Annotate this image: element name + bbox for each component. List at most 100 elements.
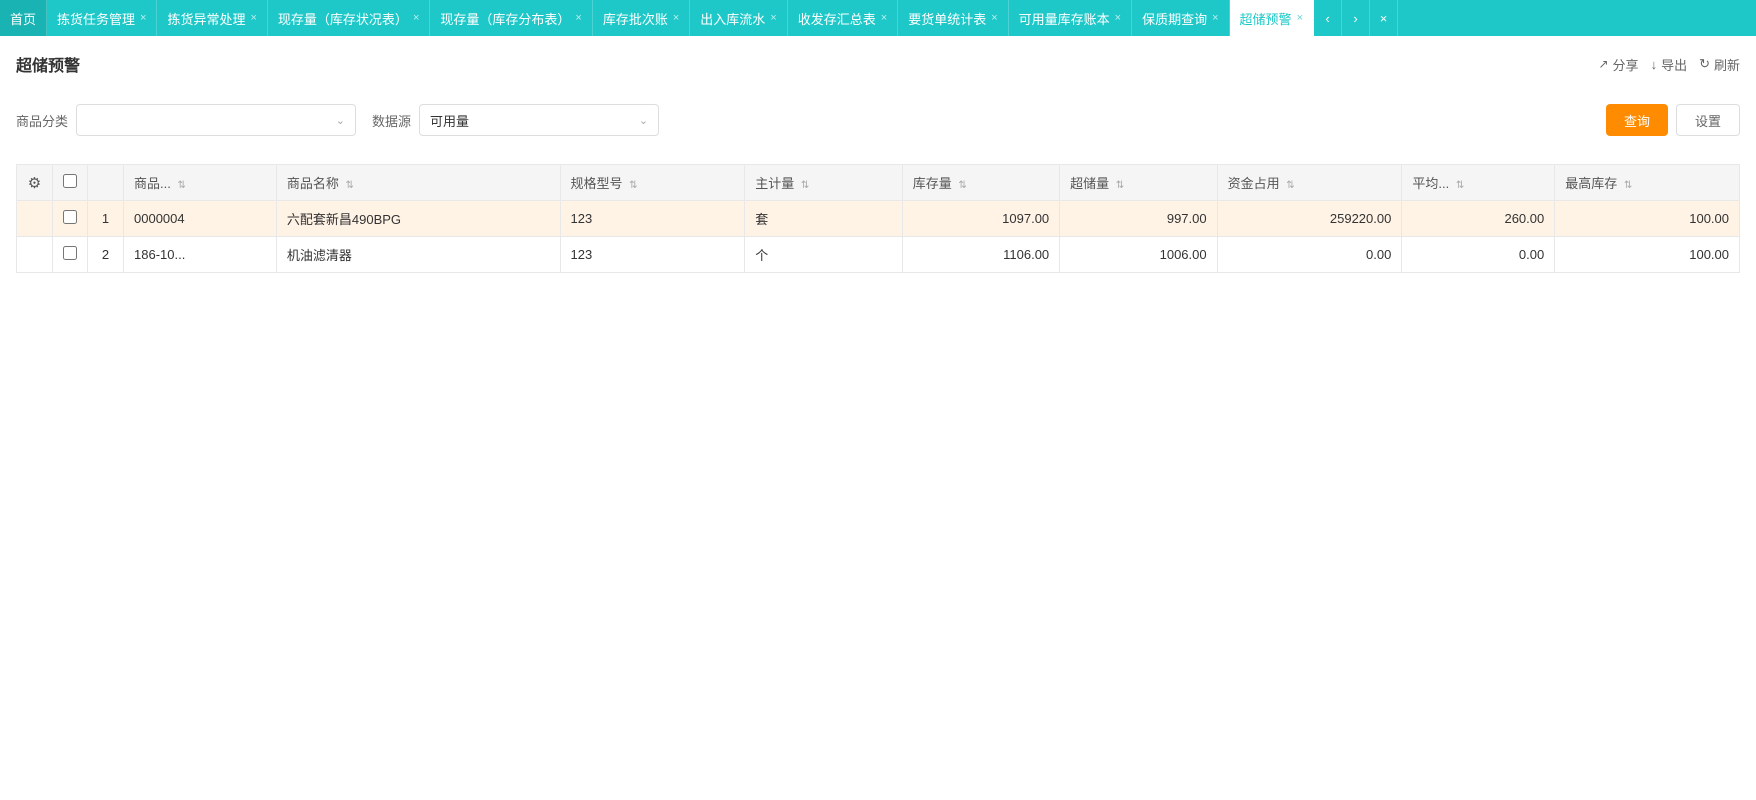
row-checkbox[interactable]	[63, 246, 77, 260]
close-icon[interactable]: ×	[140, 12, 146, 24]
nav-abnormal[interactable]: 拣货异常处理 ×	[157, 0, 267, 36]
gear-icon[interactable]: ⚙	[28, 175, 41, 192]
row-spec: 123	[560, 201, 745, 237]
close-icon[interactable]: ×	[991, 12, 997, 24]
main-content: 超储预警 ↗ 分享 ↓ 导出 ↻ 刷新 商品分类 ⌄ 数据源	[0, 36, 1756, 800]
sort-icon[interactable]: ⇅	[1286, 180, 1294, 191]
row-capital: 259220.00	[1217, 201, 1402, 237]
query-button[interactable]: 查询	[1606, 104, 1668, 136]
row-product-name: 六配套新昌490BPG	[276, 201, 560, 237]
nav-right-arrow[interactable]: ›	[1342, 0, 1370, 36]
row-index: 1	[88, 201, 124, 237]
export-button[interactable]: ↓ 导出	[1651, 55, 1688, 74]
row-stock: 1097.00	[902, 201, 1059, 237]
row-product-code: 186-10...	[124, 237, 277, 273]
sort-icon[interactable]: ⇅	[629, 180, 637, 191]
row-overstock: 1006.00	[1060, 237, 1217, 273]
column-avg[interactable]: 平均... ⇅	[1402, 165, 1555, 201]
row-gear-cell	[17, 201, 53, 237]
table-row: 2 186-10... 机油滤清器 123 个 1106.00 1006.00 …	[17, 237, 1740, 273]
sort-icon[interactable]: ⇅	[177, 180, 185, 191]
row-checkbox-cell[interactable]	[53, 201, 88, 237]
filter-area: 商品分类 ⌄ 数据源 可用量 ⌄ 查询 设置	[16, 92, 1740, 148]
column-spec[interactable]: 规格型号 ⇅	[560, 165, 745, 201]
category-filter-group: 商品分类 ⌄	[16, 104, 356, 136]
close-icon[interactable]: ×	[575, 12, 581, 24]
column-stock[interactable]: 库存量 ⇅	[902, 165, 1059, 201]
table-row: 1 0000004 六配套新昌490BPG 123 套 1097.00 997.…	[17, 201, 1740, 237]
sort-icon[interactable]: ⇅	[1456, 180, 1464, 191]
column-index	[88, 165, 124, 201]
table-header-row: ⚙ 商品... ⇅ 商品名称 ⇅ 规格型号 ⇅	[17, 165, 1740, 201]
settings-button[interactable]: 设置	[1676, 104, 1740, 136]
page-title: 超储预警	[16, 52, 80, 76]
chevron-down-icon: ⌄	[336, 114, 345, 127]
close-icon[interactable]: ×	[413, 12, 419, 24]
row-checkbox-cell[interactable]	[53, 237, 88, 273]
nav-home[interactable]: 首页	[0, 0, 47, 36]
close-icon[interactable]: ×	[1115, 12, 1121, 24]
row-max-stock: 100.00	[1555, 237, 1740, 273]
close-icon[interactable]: ×	[1212, 12, 1218, 24]
column-capital[interactable]: 资金占用 ⇅	[1217, 165, 1402, 201]
nav-stock-dist[interactable]: 现存量（库存分布表） ×	[430, 0, 592, 36]
close-icon[interactable]: ×	[1297, 12, 1303, 24]
nav-stock-status[interactable]: 现存量（库存状况表） ×	[268, 0, 430, 36]
nav-order-stats[interactable]: 要货单统计表 ×	[898, 0, 1008, 36]
close-icon[interactable]: ×	[250, 12, 256, 24]
row-gear-cell	[17, 237, 53, 273]
nav-overstock-warning[interactable]: 超储预警 ×	[1230, 0, 1314, 36]
nav-quality-period[interactable]: 保质期查询 ×	[1132, 0, 1229, 36]
filter-actions: 查询 设置	[1606, 104, 1740, 136]
sort-icon[interactable]: ⇅	[801, 180, 809, 191]
nav-task-mgmt[interactable]: 拣货任务管理 ×	[47, 0, 157, 36]
nav-close-all-arrow[interactable]: ×	[1370, 0, 1398, 36]
row-stock: 1106.00	[902, 237, 1059, 273]
row-max-stock: 100.00	[1555, 201, 1740, 237]
category-label: 商品分类	[16, 111, 68, 130]
export-icon: ↓	[1651, 57, 1658, 72]
row-spec: 123	[560, 237, 745, 273]
row-checkbox[interactable]	[63, 210, 77, 224]
row-avg: 0.00	[1402, 237, 1555, 273]
column-product-code[interactable]: 商品... ⇅	[124, 165, 277, 201]
column-checkbox[interactable]	[53, 165, 88, 201]
datasource-filter-group: 数据源 可用量 ⌄	[372, 104, 659, 136]
datasource-label: 数据源	[372, 111, 411, 130]
row-product-name: 机油滤清器	[276, 237, 560, 273]
row-unit: 个	[745, 237, 902, 273]
nav-inout-flow[interactable]: 出入库流水 ×	[690, 0, 787, 36]
column-unit[interactable]: 主计量 ⇅	[745, 165, 902, 201]
column-overstock[interactable]: 超储量 ⇅	[1060, 165, 1217, 201]
row-avg: 260.00	[1402, 201, 1555, 237]
close-icon[interactable]: ×	[770, 12, 776, 24]
column-max-stock[interactable]: 最高库存 ⇅	[1555, 165, 1740, 201]
select-all-checkbox[interactable]	[63, 174, 77, 188]
column-product-name[interactable]: 商品名称 ⇅	[276, 165, 560, 201]
datasource-select[interactable]: 可用量 ⌄	[419, 104, 659, 136]
nav-left-arrow[interactable]: ‹	[1314, 0, 1342, 36]
data-table: ⚙ 商品... ⇅ 商品名称 ⇅ 规格型号 ⇅	[16, 164, 1740, 273]
refresh-icon: ↻	[1699, 56, 1710, 72]
row-index: 2	[88, 237, 124, 273]
sort-icon[interactable]: ⇅	[346, 180, 354, 191]
nav-summary[interactable]: 收发存汇总表 ×	[788, 0, 898, 36]
sort-icon[interactable]: ⇅	[958, 180, 966, 191]
share-button[interactable]: ↗ 分享	[1598, 55, 1638, 74]
row-overstock: 997.00	[1060, 201, 1217, 237]
row-capital: 0.00	[1217, 237, 1402, 273]
close-icon[interactable]: ×	[673, 12, 679, 24]
header-actions: ↗ 分享 ↓ 导出 ↻ 刷新	[1598, 55, 1740, 74]
close-icon[interactable]: ×	[881, 12, 887, 24]
sort-icon[interactable]: ⇅	[1624, 180, 1632, 191]
nav-bar: 首页 拣货任务管理 × 拣货异常处理 × 现存量（库存状况表） × 现存量（库存…	[0, 0, 1756, 36]
category-select[interactable]: ⌄	[76, 104, 356, 136]
refresh-button[interactable]: ↻ 刷新	[1699, 55, 1740, 74]
row-product-code: 0000004	[124, 201, 277, 237]
sort-icon[interactable]: ⇅	[1116, 180, 1124, 191]
page-header: 超储预警 ↗ 分享 ↓ 导出 ↻ 刷新	[16, 52, 1740, 76]
nav-batch-account[interactable]: 库存批次账 ×	[593, 0, 690, 36]
column-gear[interactable]: ⚙	[17, 165, 53, 201]
chevron-down-icon: ⌄	[639, 114, 648, 127]
nav-available-account[interactable]: 可用量库存账本 ×	[1009, 0, 1132, 36]
